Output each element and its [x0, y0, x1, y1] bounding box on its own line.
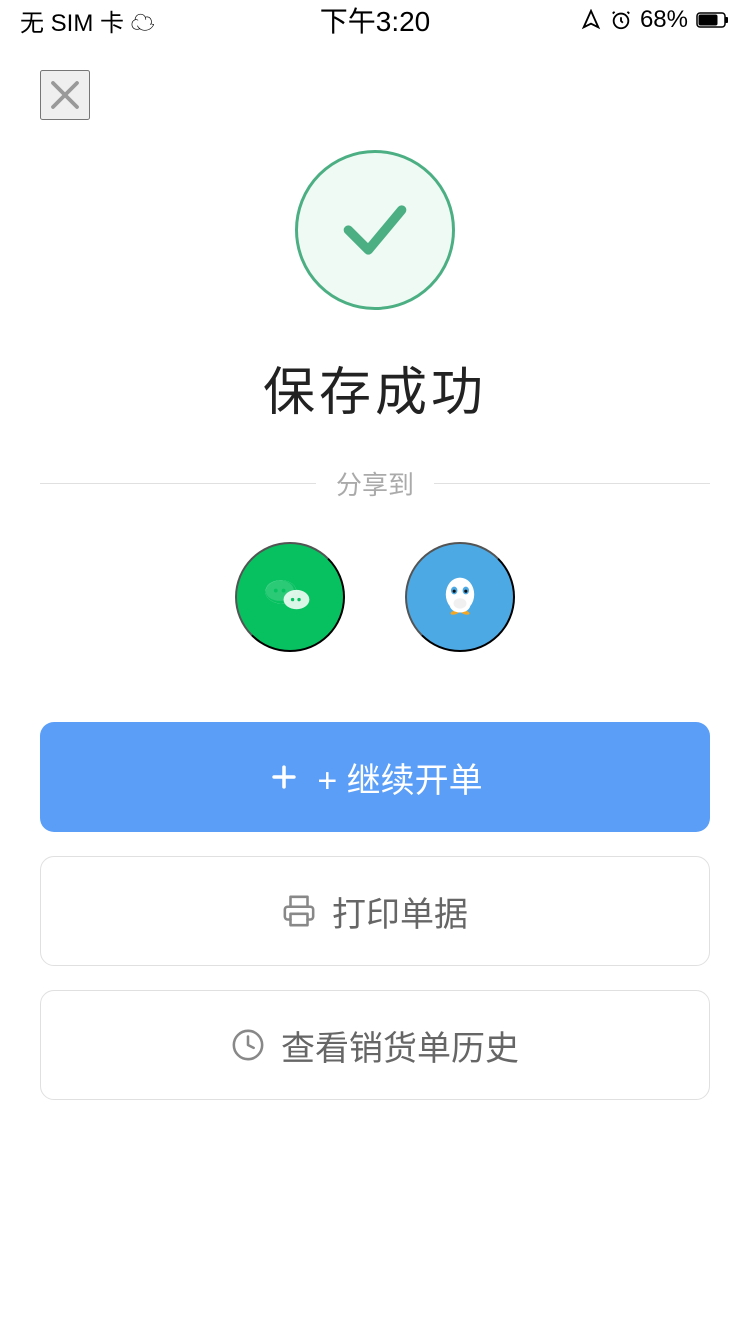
- plus-icon: [267, 760, 301, 794]
- wechat-share-button[interactable]: [235, 542, 345, 652]
- alarm-icon: [610, 9, 632, 31]
- checkmark-icon: [335, 190, 415, 270]
- status-bar: 无 SIM 卡 ☁ 下午3:20 68%: [0, 0, 750, 40]
- share-section: 分享到: [40, 465, 710, 652]
- divider-row: 分享到: [40, 465, 710, 502]
- close-button[interactable]: [40, 70, 90, 120]
- divider-right: [434, 483, 710, 484]
- history-label: 查看销货单历史: [281, 1021, 519, 1070]
- divider-left: [40, 483, 316, 484]
- battery-level: 68%: [640, 6, 688, 34]
- success-title: 保存成功: [263, 350, 487, 425]
- continue-label: + 继续开单: [317, 753, 482, 802]
- wechat-icon: [259, 566, 321, 628]
- share-label: 分享到: [336, 465, 414, 502]
- share-icons-row: [235, 542, 515, 652]
- status-bar-time: 下午3:20: [320, 0, 431, 40]
- close-icon: [47, 77, 83, 113]
- actions-section: + 继续开单 打印单据 查看销货单历史: [40, 722, 710, 1100]
- print-icon: [282, 894, 316, 928]
- qq-share-button[interactable]: [405, 542, 515, 652]
- success-circle: [295, 150, 455, 310]
- history-icon: [231, 1028, 265, 1062]
- main-content: 保存成功 分享到: [0, 40, 750, 1334]
- battery-icon: [696, 11, 730, 29]
- status-bar-left: 无 SIM 卡 ☁: [20, 3, 155, 38]
- continue-button[interactable]: + 继续开单: [40, 722, 710, 832]
- status-bar-right: 68%: [580, 6, 730, 34]
- print-button[interactable]: 打印单据: [40, 856, 710, 966]
- sim-status: 无 SIM 卡 ☁: [20, 3, 155, 38]
- history-button[interactable]: 查看销货单历史: [40, 990, 710, 1100]
- success-section: 保存成功: [263, 150, 487, 425]
- print-label: 打印单据: [332, 887, 468, 936]
- qq-icon: [429, 566, 491, 628]
- location-icon: [580, 9, 602, 31]
